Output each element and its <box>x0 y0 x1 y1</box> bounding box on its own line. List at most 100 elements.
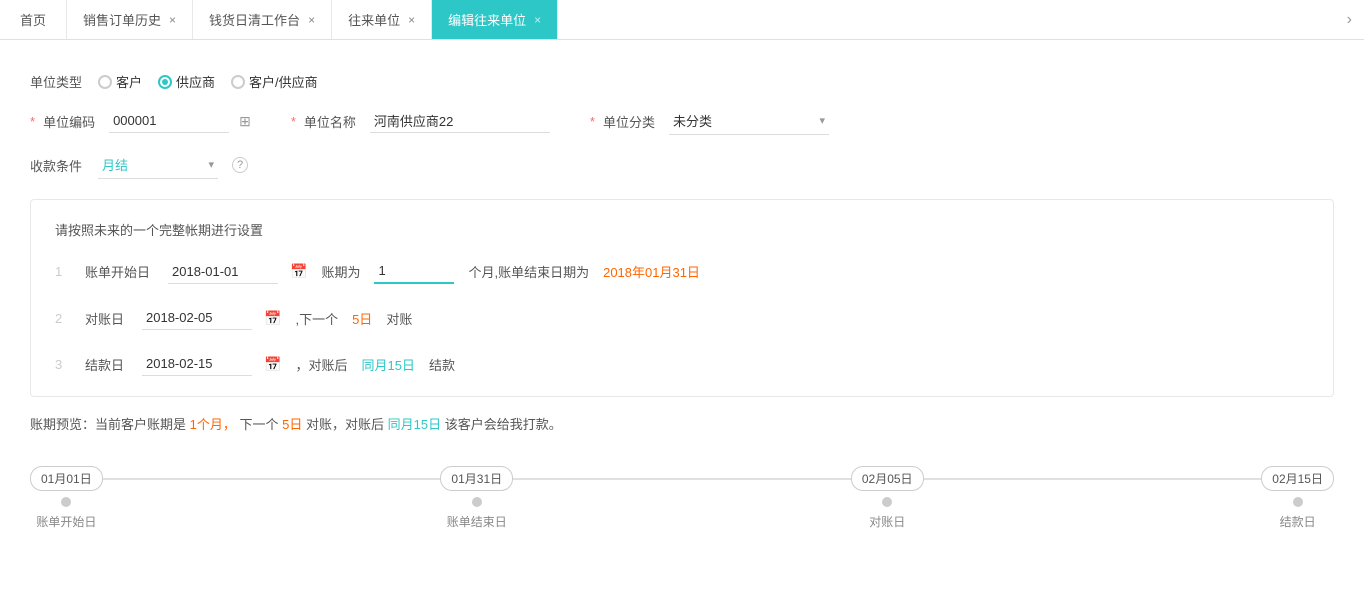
unit-type-row: 单位类型 客户 供应商 客户/供应商 <box>30 72 1334 91</box>
unit-details-row: * 单位编码 ⊞ * 单位名称 * 单位分类 未分类 ▾ <box>30 107 1334 135</box>
setting-row-2: 2 对账日 📅 ,下一个 5日 对账 <box>55 306 1309 330</box>
category-chevron-icon: ▾ <box>819 114 825 127</box>
help-icon[interactable]: ? <box>232 157 248 173</box>
payment-suffix: 结款 <box>429 355 455 374</box>
timeline-dot-0 <box>61 497 71 507</box>
settings-section: 请按照未来的一个完整帐期进行设置 1 账单开始日 📅 账期为 个月,账单结束日期… <box>30 199 1334 397</box>
tab-label-partner: 往来单位 <box>348 10 400 29</box>
radio-circle-customer <box>98 75 112 89</box>
copy-icon[interactable]: ⊞ <box>239 113 251 130</box>
unit-type-label: 单位类型 <box>30 72 82 91</box>
period-value-input[interactable] <box>374 259 454 284</box>
radio-supplier[interactable]: 供应商 <box>158 72 215 91</box>
tab-label-home: 首页 <box>20 10 46 29</box>
preview-label: 账期预览：当前客户账期是 <box>30 417 186 432</box>
radio-both[interactable]: 客户/供应商 <box>231 72 318 91</box>
radio-label-supplier: 供应商 <box>176 72 215 91</box>
payment-teal: 同月15日 <box>361 355 414 374</box>
tab-label-sales-history: 销售订单历史 <box>83 10 161 29</box>
section-description: 请按照未来的一个完整帐期进行设置 <box>55 220 1309 239</box>
radio-label-customer: 客户 <box>116 72 142 91</box>
radio-circle-both <box>231 75 245 89</box>
radio-label-both: 客户/供应商 <box>249 72 318 91</box>
tab-close-partner[interactable]: × <box>408 13 415 27</box>
timeline-dot-2 <box>882 497 892 507</box>
tab-close-cash-work[interactable]: × <box>308 13 315 27</box>
radio-group: 客户 供应商 客户/供应商 <box>98 72 318 91</box>
unit-name-label: 单位名称 <box>304 112 356 131</box>
row-label-2: 对账日 <box>85 309 124 328</box>
period-prefix-text: 账期为 <box>321 262 360 281</box>
radio-customer[interactable]: 客户 <box>98 72 142 91</box>
preview-mid2: 对账，对账后 <box>306 417 384 432</box>
setting-row-3: 3 结款日 📅 ，对账后 同月15日 结款 <box>55 352 1309 376</box>
calendar-icon-3[interactable]: 📅 <box>264 356 281 373</box>
tab-home[interactable]: 首页 <box>0 0 67 39</box>
setting-row-1: 1 账单开始日 📅 账期为 个月,账单结束日期为 2018年01月31日 <box>55 259 1309 284</box>
row-label-1: 账单开始日 <box>85 262 150 281</box>
tab-label-edit-partner: 编辑往来单位 <box>448 10 526 29</box>
payment-terms-label: 收款条件 <box>30 156 82 175</box>
timeline-point-0: 01月01日账单开始日 <box>30 466 103 530</box>
unit-category-select[interactable]: 未分类 ▾ <box>669 107 829 135</box>
star-code: * <box>30 114 35 129</box>
timeline-date-label-0: 01月01日 <box>30 466 103 491</box>
timeline-point-2: 02月05日对账日 <box>851 466 924 530</box>
unit-category-label: 单位分类 <box>603 112 655 131</box>
timeline-point-3: 02月15日结款日 <box>1261 466 1334 530</box>
row-num-1: 1 <box>55 264 75 279</box>
tab-edit-partner[interactable]: 编辑往来单位 × <box>432 0 558 39</box>
timeline-sublabel-0: 账单开始日 <box>36 513 96 530</box>
reconcile-suffix: 对账 <box>386 309 412 328</box>
preview-orange1: 1个月， <box>190 417 236 432</box>
unit-name-input[interactable] <box>370 109 550 133</box>
preview-text: 账期预览：当前客户账期是 1个月， 下一个 5日 对账，对账后 同月15日 该客… <box>30 413 1334 436</box>
timeline-date-label-2: 02月05日 <box>851 466 924 491</box>
tab-bar: 首页 销售订单历史 × 钱货日清工作台 × 往来单位 × 编辑往来单位 × › <box>0 0 1364 40</box>
tab-label-cash-work: 钱货日清工作台 <box>209 10 300 29</box>
timeline: 01月01日账单开始日 01月31日账单结束日 02月05日对账日 02月15日结款日 <box>30 456 1334 540</box>
payment-terms-select[interactable]: 月结 ▾ <box>98 151 218 179</box>
star-name: * <box>291 114 296 129</box>
preview-orange2: 5日 <box>282 417 302 432</box>
tab-close-edit-partner[interactable]: × <box>534 13 541 27</box>
tab-cash-work[interactable]: 钱货日清工作台 × <box>193 0 332 39</box>
unit-code-label: 单位编码 <box>43 112 95 131</box>
timeline-sublabel-3: 结款日 <box>1280 513 1316 530</box>
radio-circle-supplier <box>158 75 172 89</box>
preview-teal: 同月15日 <box>388 417 445 432</box>
timeline-sublabel-2: 对账日 <box>869 513 905 530</box>
row-num-2: 2 <box>55 311 75 326</box>
payment-terms-value: 月结 <box>102 155 204 174</box>
unit-code-input[interactable] <box>109 109 229 133</box>
timeline-dot-1 <box>472 497 482 507</box>
timeline-date-label-3: 02月15日 <box>1261 466 1334 491</box>
timeline-points: 01月01日账单开始日 01月31日账单结束日 02月05日对账日 02月15日结款日 <box>30 466 1334 530</box>
payment-date-input[interactable] <box>142 352 252 376</box>
start-date-input[interactable] <box>168 260 278 284</box>
period-unit-text: 个月,账单结束日期为 <box>468 262 589 281</box>
preview-mid: 下一个 <box>240 417 279 432</box>
tab-sales-history[interactable]: 销售订单历史 × <box>67 0 193 39</box>
reconcile-orange: 5日 <box>352 309 372 328</box>
calendar-icon-2[interactable]: 📅 <box>264 310 281 327</box>
star-cat: * <box>590 114 595 129</box>
preview-end: 该客户会给我打款。 <box>445 417 562 432</box>
reconcile-prefix: ,下一个 <box>295 309 338 328</box>
timeline-sublabel-1: 账单结束日 <box>447 513 507 530</box>
reconcile-date-input[interactable] <box>142 306 252 330</box>
timeline-dot-3 <box>1293 497 1303 507</box>
timeline-point-1: 01月31日账单结束日 <box>440 466 513 530</box>
row-label-3: 结款日 <box>85 355 124 374</box>
tab-partner[interactable]: 往来单位 × <box>332 0 432 39</box>
unit-category-value: 未分类 <box>673 111 815 130</box>
payment-chevron-icon: ▾ <box>208 158 214 171</box>
period-end-date: 2018年01月31日 <box>603 262 700 281</box>
payment-prefix: ，对账后 <box>295 355 347 374</box>
row-num-3: 3 <box>55 357 75 372</box>
timeline-date-label-1: 01月31日 <box>440 466 513 491</box>
tab-close-sales-history[interactable]: × <box>169 13 176 27</box>
tab-bar-arrow[interactable]: › <box>1335 0 1364 39</box>
calendar-icon-1[interactable]: 📅 <box>290 263 307 280</box>
payment-terms-row: 收款条件 月结 ▾ ? <box>30 151 1334 179</box>
